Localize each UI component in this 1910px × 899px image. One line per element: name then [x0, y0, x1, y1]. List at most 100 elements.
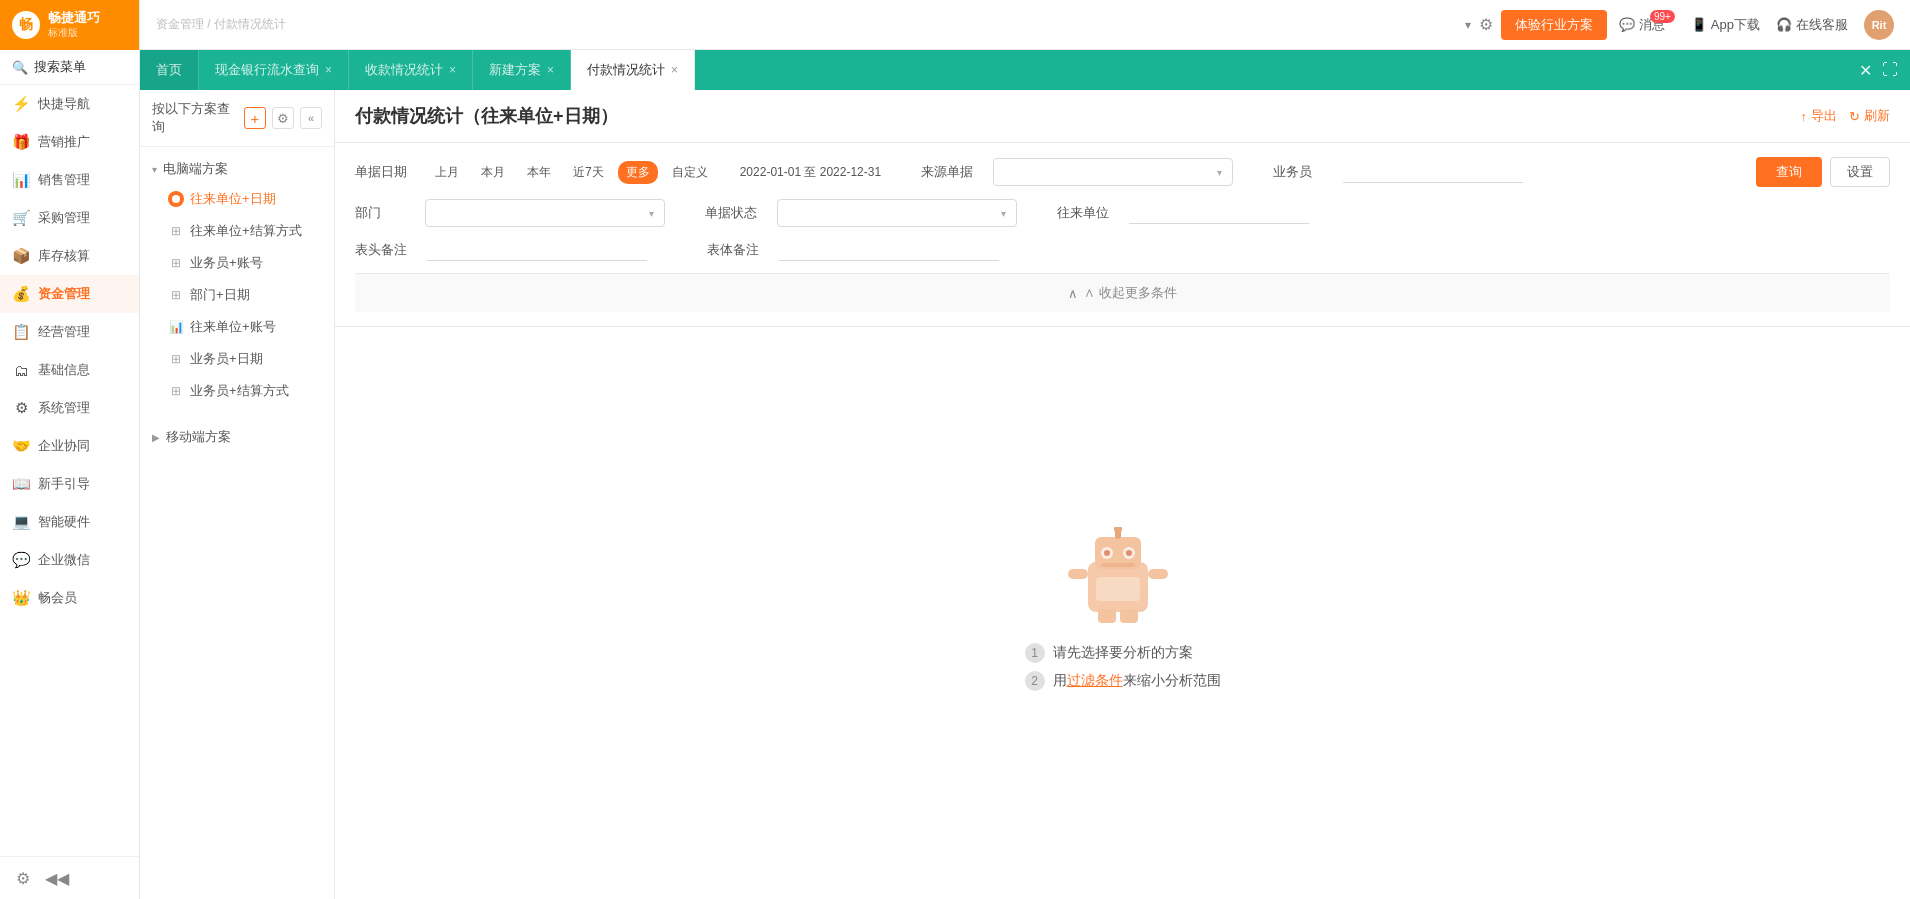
page-title: 付款情况统计（往来单位+日期）: [355, 104, 618, 128]
app-download-btn[interactable]: 📱 App下载: [1691, 16, 1760, 34]
date-btn-more[interactable]: 更多: [618, 161, 658, 184]
scheme-item-staff-settlement[interactable]: ⊞ 业务员+结算方式: [140, 375, 334, 407]
tabbar: 首页 现金银行流水查询 × 收款情况统计 × 新建方案 × 付款情况统计 × ✕…: [140, 50, 1910, 90]
settings-btn[interactable]: 设置: [1830, 157, 1890, 187]
query-btn[interactable]: 查询: [1756, 157, 1822, 187]
doc-status-label: 单据状态: [705, 204, 757, 222]
footer-settings-btn[interactable]: ⚙: [12, 867, 34, 889]
tab-home[interactable]: 首页: [140, 50, 199, 90]
scheme-settings-btn[interactable]: ⚙: [272, 107, 294, 129]
empty-tips: 1 请先选择要分析的方案 2 用过滤条件来缩小分析范围: [1025, 643, 1221, 699]
topbar-gear-icon[interactable]: ⚙: [1479, 15, 1493, 34]
tab-fullscreen-btn[interactable]: ⛶: [1882, 61, 1898, 79]
sidebar-item-basic[interactable]: 🗂 基础信息: [0, 351, 139, 389]
highlight-text: 过滤条件: [1067, 672, 1123, 688]
sidebar-item-marketing[interactable]: 🎁 营销推广: [0, 123, 139, 161]
date-btn-this-month[interactable]: 本月: [473, 161, 513, 184]
collapse-filter-btn[interactable]: ∧ ∧ 收起更多条件: [355, 273, 1890, 312]
date-btn-last7[interactable]: 近7天: [565, 161, 612, 184]
sidebar-item-hardware[interactable]: 💻 智能硬件: [0, 503, 139, 541]
trial-btn[interactable]: 体验行业方案: [1501, 10, 1607, 40]
topbar-right: 💬 消息 99+ 📱 App下载 🎧 在线客服 Rit: [1619, 10, 1894, 40]
filter-actions: 查询 设置: [1756, 157, 1890, 187]
left-panel-header: 按以下方案查询 + ⚙ «: [140, 90, 334, 147]
marketing-icon: 🎁: [12, 133, 30, 151]
topbar-center: ▾ ⚙ 体验行业方案: [1465, 10, 1607, 40]
sidebar-item-member[interactable]: 👑 畅会员: [0, 579, 139, 617]
doc-status-select[interactable]: ▾: [777, 199, 1017, 227]
sidebar-item-system[interactable]: ⚙ 系统管理: [0, 389, 139, 427]
quick-nav-icon: ⚡: [12, 95, 30, 113]
tab-new-scheme-close[interactable]: ×: [547, 63, 554, 77]
dept-label: 部门: [355, 204, 405, 222]
message-btn[interactable]: 💬 消息 99+: [1619, 16, 1665, 34]
cooperation-icon: 🤝: [12, 437, 30, 455]
tab-cash-flow[interactable]: 现金银行流水查询 ×: [199, 50, 349, 90]
desktop-group-header[interactable]: ▾ 电脑端方案: [140, 155, 334, 183]
user-avatar[interactable]: Rit: [1864, 10, 1894, 40]
sidebar-item-sales[interactable]: 📊 销售管理: [0, 161, 139, 199]
header-note-input[interactable]: [427, 239, 647, 261]
tab-payment-stats-close[interactable]: ×: [671, 63, 678, 77]
source-select[interactable]: ▾: [993, 158, 1233, 186]
date-btn-this-year[interactable]: 本年: [519, 161, 559, 184]
breadcrumb-dropdown-icon[interactable]: ▾: [1465, 18, 1471, 32]
left-panel: 按以下方案查询 + ⚙ « ▾ 电脑端方案 往来单位+日期: [140, 90, 335, 899]
collapse-up-icon: ∧: [1068, 286, 1078, 301]
search-menu[interactable]: 🔍 搜索菜单: [0, 50, 139, 85]
collapse-inner[interactable]: ∧ ∧ 收起更多条件: [1068, 284, 1177, 302]
sidebar-item-cooperation[interactable]: 🤝 企业协同: [0, 427, 139, 465]
date-range-text: 2022-01-01 至 2022-12-31: [740, 164, 881, 181]
tab-payment-stats[interactable]: 付款情况统计 ×: [571, 50, 695, 90]
sidebar-item-wechat[interactable]: 💬 企业微信: [0, 541, 139, 579]
header-note-label: 表头备注: [355, 241, 407, 259]
refresh-btn[interactable]: ↻ 刷新: [1849, 107, 1890, 125]
sidebar-item-operation[interactable]: 📋 经营管理: [0, 313, 139, 351]
scheme-item-staff-date[interactable]: ⊞ 业务员+日期: [140, 343, 334, 375]
scheme-item-staff-account[interactable]: ⊞ 业务员+账号: [140, 247, 334, 279]
hardware-icon: 💻: [12, 513, 30, 531]
body-note-input[interactable]: [779, 239, 999, 261]
tip2-num: 2: [1025, 671, 1045, 691]
add-scheme-btn[interactable]: +: [244, 107, 266, 129]
mobile-scheme-group: ▶ 移动端方案: [140, 415, 334, 459]
scheme-item-unit-settlement[interactable]: ⊞ 往来单位+结算方式: [140, 215, 334, 247]
sidebar-item-quick-nav[interactable]: ⚡ 快捷导航: [0, 85, 139, 123]
tab-close-all-btn[interactable]: ✕: [1859, 61, 1872, 80]
left-panel-collapse-btn[interactable]: «: [300, 107, 322, 129]
tab-new-scheme[interactable]: 新建方案 ×: [473, 50, 571, 90]
dept-select[interactable]: ▾: [425, 199, 665, 227]
scheme-item-dept-date[interactable]: ⊞ 部门+日期: [140, 279, 334, 311]
scheme-table-icon4: ⊞: [168, 351, 184, 367]
staff-input[interactable]: [1343, 161, 1523, 183]
capital-icon: 💰: [12, 285, 30, 303]
sidebar-item-capital[interactable]: 💰 资金管理: [0, 275, 139, 313]
date-btn-last-month[interactable]: 上月: [427, 161, 467, 184]
mobile-group-header[interactable]: ▶ 移动端方案: [140, 423, 334, 451]
svg-point-7: [1126, 550, 1132, 556]
sales-icon: 📊: [12, 171, 30, 189]
tip1-num: 1: [1025, 643, 1045, 663]
tab-receipt-stats[interactable]: 收款情况统计 ×: [349, 50, 473, 90]
scheme-item-unit-account[interactable]: 📊 往来单位+账号: [140, 311, 334, 343]
export-btn[interactable]: ↑ 导出: [1801, 107, 1838, 125]
footer-collapse-btn[interactable]: ◀◀: [46, 867, 68, 889]
partner-input[interactable]: [1129, 202, 1309, 224]
doc-status-value: [788, 204, 801, 222]
date-range-wrapper: 2022-01-01 至 2022-12-31: [736, 164, 881, 181]
logo-text: 畅捷通巧 标准版: [48, 10, 100, 40]
tab-cash-flow-close[interactable]: ×: [325, 63, 332, 77]
tab-receipt-stats-close[interactable]: ×: [449, 63, 456, 77]
topbar: 资金管理 / 付款情况统计 ▾ ⚙ 体验行业方案 💬 消息 99+ 📱 App下…: [140, 0, 1910, 50]
date-btn-custom[interactable]: 自定义: [664, 161, 716, 184]
sidebar-item-inventory[interactable]: 📦 库存核算: [0, 237, 139, 275]
online-service-btn[interactable]: 🎧 在线客服: [1776, 16, 1848, 34]
dept-select-value: [436, 204, 449, 222]
left-panel-actions: + ⚙ «: [244, 107, 322, 129]
sidebar-item-purchase[interactable]: 🛒 采购管理: [0, 199, 139, 237]
scheme-item-unit-date[interactable]: 往来单位+日期: [140, 183, 334, 215]
sidebar-item-guide[interactable]: 📖 新手引导: [0, 465, 139, 503]
svg-rect-13: [1096, 577, 1140, 601]
operation-icon: 📋: [12, 323, 30, 341]
member-icon: 👑: [12, 589, 30, 607]
